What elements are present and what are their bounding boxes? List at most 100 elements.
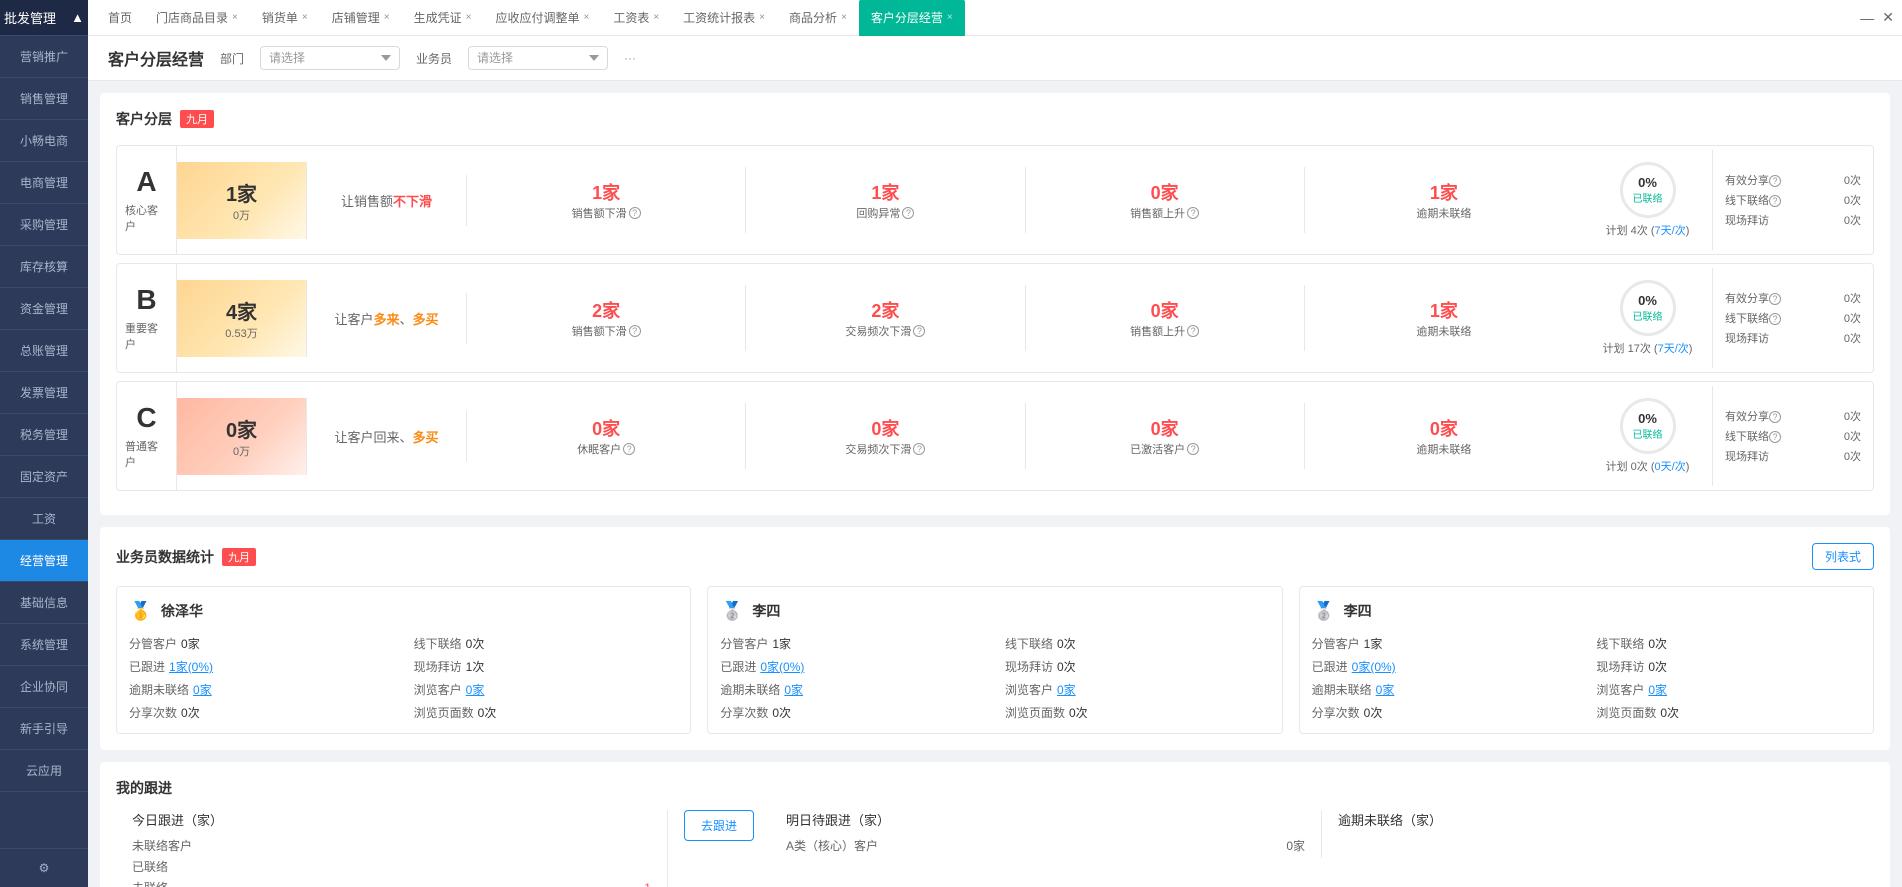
tier-stat-num: 0家 (871, 415, 899, 441)
staff-stat-value[interactable]: 0家 (1057, 681, 1076, 698)
staff-card-0: 🥇徐泽华分管客户0家线下联络0次已跟进1家(0%)现场拜访1次逾期未联络0家浏览… (116, 586, 691, 734)
staff-stat-value[interactable]: 0家 (193, 681, 212, 698)
tab-3[interactable]: 店铺管理× (320, 0, 402, 36)
tab-6[interactable]: 工资表× (601, 0, 671, 36)
staff-stat-value[interactable]: 0家 (784, 681, 803, 698)
filter-more-dots[interactable]: ··· (624, 51, 636, 65)
sidebar-item-企业协同[interactable]: 企业协同 (0, 666, 88, 708)
info-icon[interactable]: ? (1769, 431, 1781, 443)
sidebar-item-总账管理[interactable]: 总账管理 (0, 330, 88, 372)
tier-stat-label: 休眠客户? (577, 441, 635, 457)
info-icon[interactable]: ? (1769, 313, 1781, 325)
tier-right-stat-row-0: 有效分享?0次 (1725, 408, 1861, 424)
tab-close-4[interactable]: × (466, 0, 472, 36)
sidebar-item-发票管理[interactable]: 发票管理 (0, 372, 88, 414)
tier-stat-label: 逾期未联络 (1416, 323, 1471, 339)
tab-close-9[interactable]: × (947, 0, 953, 36)
sidebar-item-库存核算[interactable]: 库存核算 (0, 246, 88, 288)
tier-count-amount: 0万 (233, 443, 250, 459)
staff-card-2: 🥈李四分管客户1家线下联络0次已跟进0家(0%)现场拜访0次逾期未联络0家浏览客… (1299, 586, 1874, 734)
tier-stat-item-0: 1家销售额下滑? (467, 167, 746, 233)
customer-section-title: 客户分层 (116, 109, 172, 129)
info-icon[interactable]: ? (1769, 293, 1781, 305)
sidebar-item-电商管理[interactable]: 电商管理 (0, 162, 88, 204)
sidebar-item-资金管理[interactable]: 资金管理 (0, 288, 88, 330)
sidebar-item-采购管理[interactable]: 采购管理 (0, 204, 88, 246)
tab-close-7[interactable]: × (759, 0, 765, 36)
staff-stat-value[interactable]: 1家(0%) (169, 658, 213, 675)
staff-stat-row-7: 浏览页面数0次 (414, 704, 679, 721)
info-icon[interactable]: ? (623, 443, 635, 455)
sidebar-top-item[interactable]: 批发管理 ▲ (0, 0, 88, 36)
staff-medal: 🥈 (720, 599, 744, 623)
staff-stat-value[interactable]: 0家(0%) (1352, 658, 1396, 675)
info-icon[interactable]: ? (1187, 207, 1199, 219)
tier-contact-link[interactable]: 7天/次 (1655, 225, 1686, 237)
staff-select[interactable]: 请选择 (468, 46, 608, 70)
tier-left-C: C普通客户 (117, 382, 177, 490)
tier-count-amount: 0.53万 (225, 325, 257, 341)
info-icon[interactable]: ? (629, 325, 641, 337)
tab-close-1[interactable]: × (232, 0, 238, 36)
tab-8[interactable]: 商品分析× (777, 0, 859, 36)
sidebar-item-系统管理[interactable]: 系统管理 (0, 624, 88, 666)
followup-today-title: 今日跟进（家） (132, 810, 651, 829)
tab-7[interactable]: 工资统计报表× (671, 0, 777, 36)
tab-9[interactable]: 客户分层经营× (859, 0, 965, 36)
window-close-icon[interactable]: ✕ (1882, 9, 1894, 26)
tab-close-3[interactable]: × (384, 0, 390, 36)
staff-stat-row-0: 分管客户1家 (1312, 635, 1577, 652)
staff-stat-value[interactable]: 0家 (1376, 681, 1395, 698)
tab-4[interactable]: 生成凭证× (402, 0, 484, 36)
staff-stat-value[interactable]: 0家(0%) (760, 658, 804, 675)
tier-stat-label: 逾期未联络 (1416, 441, 1471, 457)
sidebar-item-小畅电商[interactable]: 小畅电商 (0, 120, 88, 162)
sidebar-item-基础信息[interactable]: 基础信息 (0, 582, 88, 624)
info-icon[interactable]: ? (1187, 325, 1199, 337)
tier-contact-block: 0% 已联络 计划 4次 (7天/次) (1583, 150, 1713, 250)
staff-stat-row-2: 已跟进0家(0%) (720, 658, 985, 675)
tab-close-6[interactable]: × (653, 0, 659, 36)
sidebar-item-销售管理[interactable]: 销售管理 (0, 78, 88, 120)
tab-label-3: 店铺管理 (332, 0, 380, 36)
info-icon[interactable]: ? (902, 207, 914, 219)
sidebar-item-经营管理[interactable]: 经营管理 (0, 540, 88, 582)
staff-stat-row-7: 浏览页面数0次 (1596, 704, 1861, 721)
sidebar-item-新手引导[interactable]: 新手引导 (0, 708, 88, 750)
staff-stat-value[interactable]: 0家 (466, 681, 485, 698)
customer-section-header: 客户分层 九月 (116, 109, 1874, 129)
tier-contact-link[interactable]: 7天/次 (1658, 343, 1689, 355)
list-view-button[interactable]: 列表式 (1812, 543, 1874, 570)
info-icon[interactable]: ? (913, 325, 925, 337)
staff-stat-value[interactable]: 0家 (1648, 681, 1667, 698)
tab-label-6: 工资表 (613, 0, 649, 36)
main-area: 首页门店商品目录×销货单×店铺管理×生成凭证×应收应付调整单×工资表×工资统计报… (88, 0, 1902, 887)
tab-0[interactable]: 首页 (96, 0, 144, 36)
tab-5[interactable]: 应收应付调整单× (483, 0, 601, 36)
info-icon[interactable]: ? (1769, 195, 1781, 207)
info-icon[interactable]: ? (913, 443, 925, 455)
gear-button[interactable]: ⚙ (0, 848, 88, 887)
goto-followup-button[interactable]: 去跟进 (684, 810, 754, 841)
tab-close-8[interactable]: × (841, 0, 847, 36)
info-icon[interactable]: ? (629, 207, 641, 219)
tab-1[interactable]: 门店商品目录× (144, 0, 250, 36)
tier-name: 普通客户 (125, 438, 168, 470)
tab-close-2[interactable]: × (302, 0, 308, 36)
sidebar-item-税务管理[interactable]: 税务管理 (0, 414, 88, 456)
tab-2[interactable]: 销货单× (250, 0, 320, 36)
info-icon[interactable]: ? (1769, 411, 1781, 423)
sidebar-item-云应用[interactable]: 云应用 (0, 750, 88, 792)
sidebar-item-工资[interactable]: 工资 (0, 498, 88, 540)
tier-contact-pct: 0% (1638, 293, 1657, 308)
dept-select[interactable]: 请选择 (260, 46, 400, 70)
info-icon[interactable]: ? (1769, 175, 1781, 187)
tab-close-5[interactable]: × (583, 0, 589, 36)
staff-stat-label: 逾期未联络 (720, 681, 780, 698)
tier-contact-link[interactable]: 0天/次 (1655, 461, 1686, 473)
sidebar-item-固定资产[interactable]: 固定资产 (0, 456, 88, 498)
window-minimize-icon[interactable]: — (1860, 10, 1874, 26)
tier-suggestion: 让客户多来、多买 (307, 293, 467, 344)
info-icon[interactable]: ? (1187, 443, 1199, 455)
sidebar-item-营销推广[interactable]: 营销推广 (0, 36, 88, 78)
